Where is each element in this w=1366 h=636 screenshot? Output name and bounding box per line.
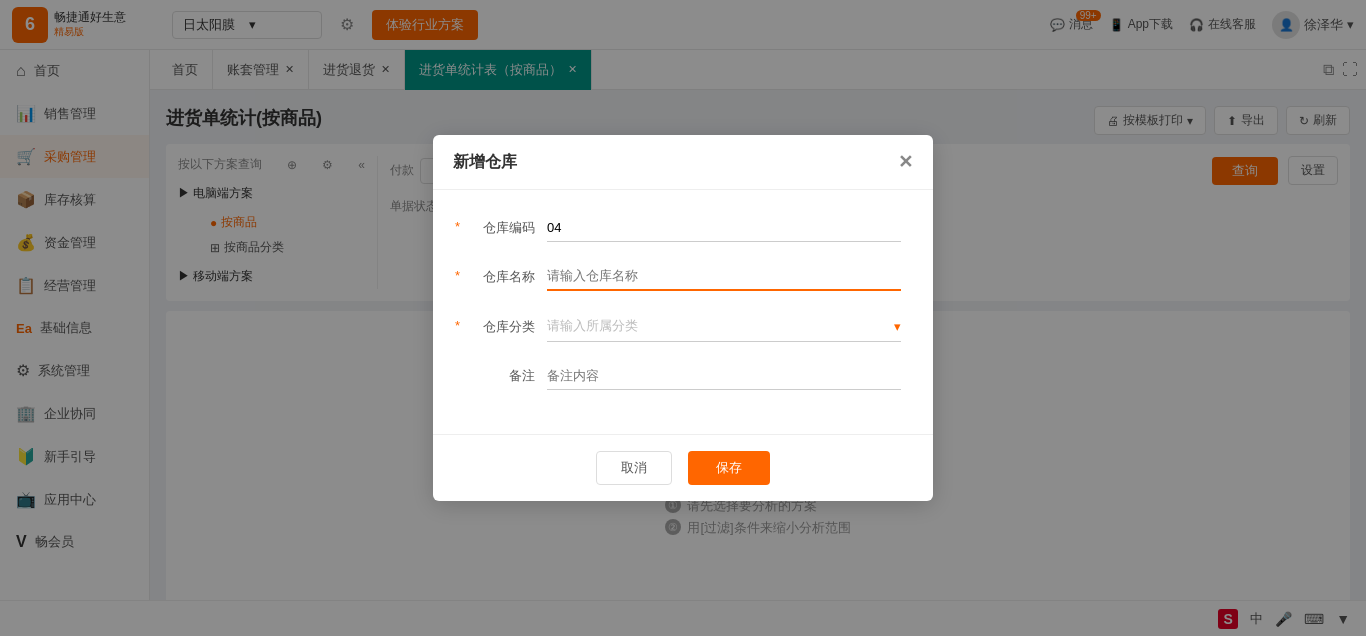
category-placeholder: 请输入所属分类 [547, 317, 638, 335]
modal-add-warehouse: 新增仓库 ✕ 仓库编码 仓库名称 仓库分类 请输入所属分类 ▾ [433, 135, 933, 501]
form-row-code: 仓库编码 [465, 214, 901, 242]
modal-overlay[interactable]: 新增仓库 ✕ 仓库编码 仓库名称 仓库分类 请输入所属分类 ▾ [0, 0, 1366, 636]
remark-label: 备注 [465, 367, 535, 385]
remark-input[interactable] [547, 362, 901, 390]
modal-footer: 取消 保存 [433, 434, 933, 501]
modal-header: 新增仓库 ✕ [433, 135, 933, 190]
form-row-name: 仓库名称 [465, 262, 901, 291]
category-select[interactable]: 请输入所属分类 ▾ [547, 311, 901, 342]
modal-title: 新增仓库 [453, 152, 517, 173]
code-input[interactable] [547, 214, 901, 242]
cancel-button[interactable]: 取消 [596, 451, 672, 485]
name-label: 仓库名称 [465, 268, 535, 286]
category-dropdown-icon: ▾ [894, 319, 901, 334]
code-label: 仓库编码 [465, 219, 535, 237]
save-button[interactable]: 保存 [688, 451, 770, 485]
form-row-category: 仓库分类 请输入所属分类 ▾ [465, 311, 901, 342]
modal-body: 仓库编码 仓库名称 仓库分类 请输入所属分类 ▾ 备注 [433, 190, 933, 434]
name-input[interactable] [547, 262, 901, 291]
modal-close-button[interactable]: ✕ [898, 151, 913, 173]
category-label: 仓库分类 [465, 318, 535, 336]
form-row-remark: 备注 [465, 362, 901, 390]
